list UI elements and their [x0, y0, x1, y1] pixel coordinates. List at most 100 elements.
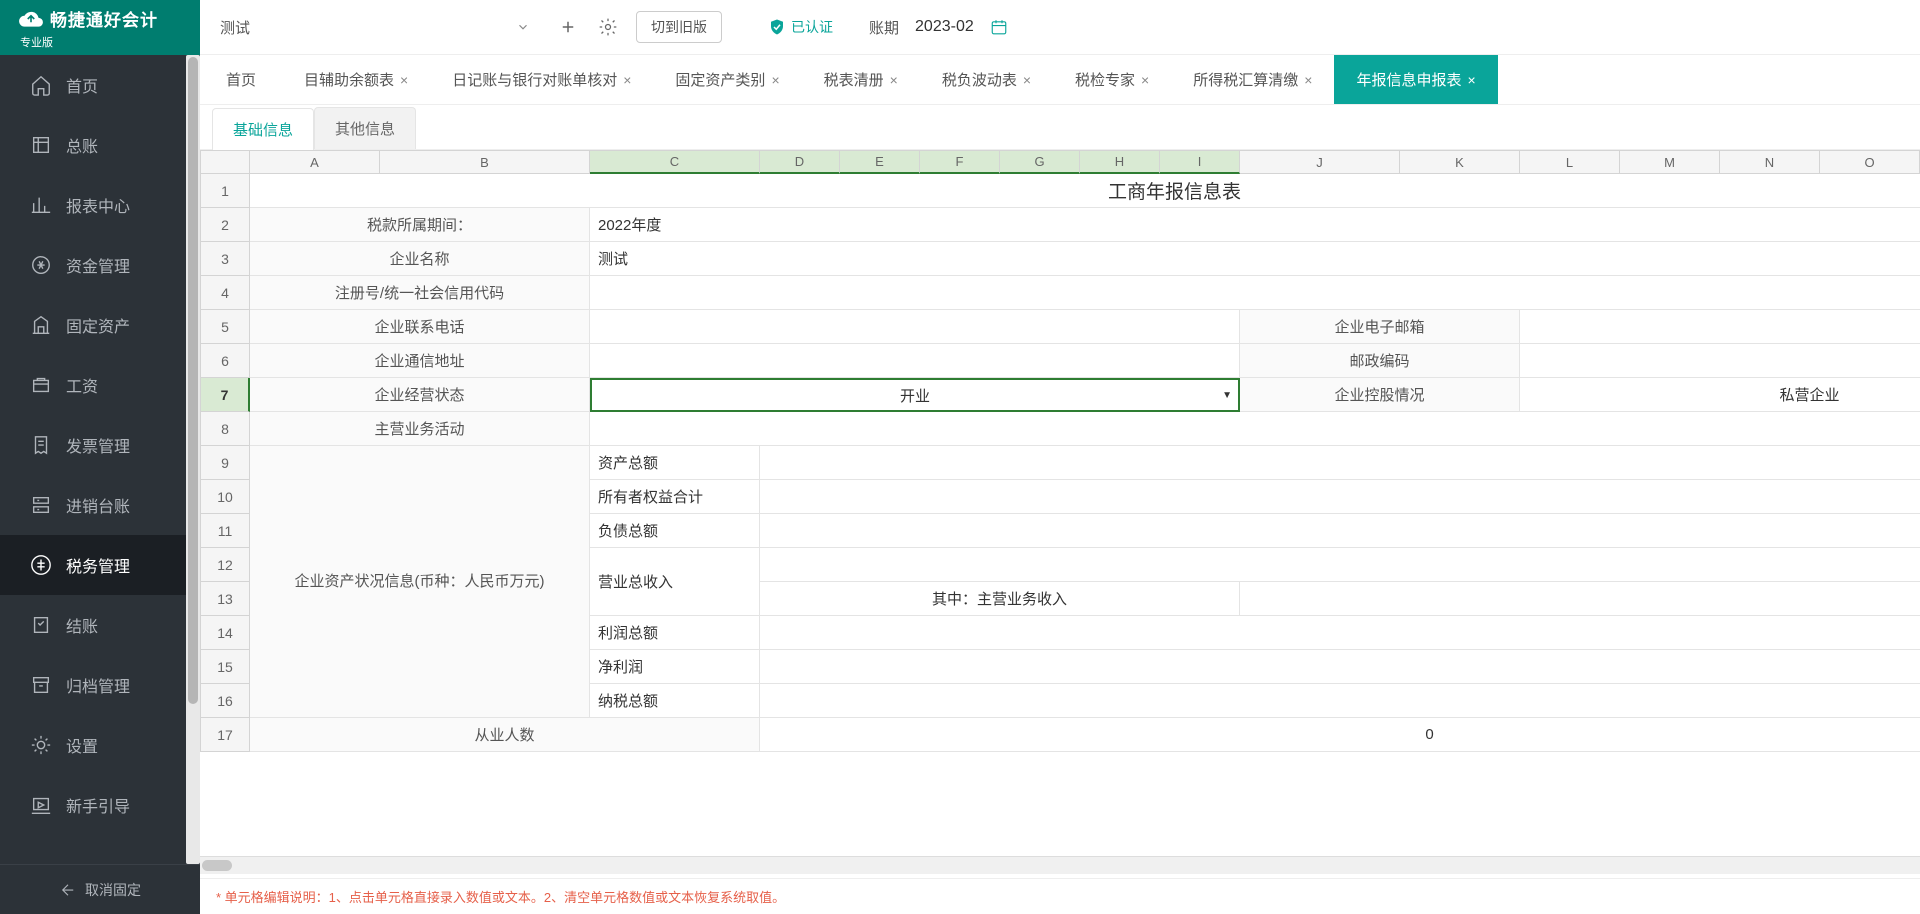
row-header[interactable]: 13 — [200, 582, 250, 616]
col-header[interactable]: J — [1240, 150, 1400, 174]
tab-home[interactable]: 首页 — [200, 55, 282, 104]
tab-close-icon[interactable]: × — [1467, 72, 1475, 88]
row-header[interactable]: 11 — [200, 514, 250, 548]
cell[interactable] — [760, 684, 1920, 718]
cell[interactable] — [760, 650, 1920, 684]
cell[interactable] — [590, 412, 1920, 446]
sidebar-item-ledger[interactable]: 总账 — [0, 115, 200, 175]
cell[interactable]: 税款所属期间： — [250, 208, 590, 242]
settings-button[interactable] — [596, 15, 620, 39]
col-header[interactable]: N — [1720, 150, 1820, 174]
period-value[interactable]: 2023-02 — [915, 18, 974, 36]
cell[interactable]: 从业人数 — [250, 718, 760, 752]
col-header[interactable]: A — [250, 150, 380, 174]
row-header[interactable]: 7 — [200, 378, 250, 412]
sidebar-item-inout[interactable]: 进销台账 — [0, 475, 200, 535]
cell[interactable]: 净利润 — [590, 650, 760, 684]
cell[interactable]: 营业总收入 — [590, 548, 760, 616]
row-header[interactable]: 2 — [200, 208, 250, 242]
col-header[interactable]: C — [590, 150, 760, 174]
cell[interactable]: 负债总额 — [590, 514, 760, 548]
sidebar-item-archive[interactable]: 归档管理 — [0, 655, 200, 715]
cell[interactable]: 企业经营状态 — [250, 378, 590, 412]
tab-close-icon[interactable]: × — [1304, 72, 1312, 88]
cell[interactable]: 邮政编码 — [1240, 344, 1520, 378]
tab-close-icon[interactable]: × — [623, 72, 631, 88]
add-button[interactable] — [556, 15, 580, 39]
col-header[interactable]: F — [920, 150, 1000, 174]
cell[interactable] — [1240, 582, 1920, 616]
tab-close-icon[interactable]: × — [890, 72, 898, 88]
cell[interactable]: 主营业务活动 — [250, 412, 590, 446]
row-header[interactable]: 1 — [200, 174, 250, 208]
sidebar-item-tax[interactable]: 税务管理 — [0, 535, 200, 595]
tab-item[interactable]: 所得税汇算清缴× — [1171, 55, 1334, 104]
subtab-item[interactable]: 其他信息 — [314, 107, 416, 149]
cell[interactable]: 利润总额 — [590, 616, 760, 650]
row-header[interactable]: 6 — [200, 344, 250, 378]
cell[interactable] — [760, 446, 1920, 480]
col-header[interactable]: M — [1620, 150, 1720, 174]
sidebar-item-home[interactable]: 首页 — [0, 55, 200, 115]
row-header[interactable]: 3 — [200, 242, 250, 276]
sidebar-item-close[interactable]: 结账 — [0, 595, 200, 655]
cell[interactable] — [760, 548, 1920, 582]
sidebar-item-invoice[interactable]: 发票管理 — [0, 415, 200, 475]
cell[interactable] — [590, 276, 1920, 310]
col-header[interactable]: I — [1160, 150, 1240, 174]
sidebar-item-money[interactable]: 资金管理 — [0, 235, 200, 295]
cell[interactable] — [1520, 310, 1920, 344]
cell[interactable]: 企业控股情况 — [1240, 378, 1520, 412]
tab-item[interactable]: 税负波动表× — [920, 55, 1053, 104]
tab-close-icon[interactable]: × — [1141, 72, 1149, 88]
row-header[interactable]: 4 — [200, 276, 250, 310]
col-header[interactable]: G — [1000, 150, 1080, 174]
unpin-button[interactable]: 取消固定 — [0, 864, 200, 914]
merged-asset-label[interactable]: 企业资产状况信息(币种：人民币万元) — [250, 446, 590, 718]
sheet-corner[interactable] — [200, 150, 250, 174]
calendar-icon[interactable] — [990, 18, 1008, 36]
col-header[interactable]: L — [1520, 150, 1620, 174]
tab-item[interactable]: 固定资产类别× — [653, 55, 801, 104]
col-header[interactable]: H — [1080, 150, 1160, 174]
sidebar-item-guide[interactable]: 新手引导 — [0, 775, 200, 835]
cell[interactable]: 企业名称 — [250, 242, 590, 276]
sidebar-item-salary[interactable]: 工资 — [0, 355, 200, 415]
cell[interactable] — [590, 344, 1240, 378]
sheet-hscrollbar[interactable] — [200, 856, 1920, 874]
tab-item[interactable]: 目辅助余额表× — [282, 55, 430, 104]
cell[interactable] — [760, 616, 1920, 650]
sidebar-scrollbar[interactable] — [186, 55, 200, 864]
tab-item[interactable]: 年报信息申报表× — [1334, 55, 1497, 104]
col-header[interactable]: E — [840, 150, 920, 174]
cell[interactable]: 企业通信地址 — [250, 344, 590, 378]
spreadsheet[interactable]: ABCDEFGHIJKLMNOPQ1工商年报信息表2税款所属期间：2022年度3… — [200, 150, 1920, 856]
cell[interactable]: 纳税总额 — [590, 684, 760, 718]
subtab-item[interactable]: 基础信息 — [212, 108, 314, 150]
col-header[interactable]: K — [1400, 150, 1520, 174]
row-header[interactable]: 14 — [200, 616, 250, 650]
tab-item[interactable]: 日记账与银行对账单核对× — [430, 55, 653, 104]
cell[interactable] — [1520, 344, 1920, 378]
sidebar-item-asset[interactable]: 固定资产 — [0, 295, 200, 355]
cell[interactable] — [760, 480, 1920, 514]
tab-close-icon[interactable]: × — [1023, 72, 1031, 88]
row-header[interactable]: 9 — [200, 446, 250, 480]
tab-close-icon[interactable]: × — [400, 72, 408, 88]
cell[interactable]: 2022年度 — [590, 208, 1920, 242]
cell[interactable]: 0 — [760, 718, 1920, 752]
tab-item[interactable]: 税表清册× — [802, 55, 920, 104]
row-header[interactable]: 17 — [200, 718, 250, 752]
cell[interactable]: 所有者权益合计 — [590, 480, 760, 514]
cell[interactable] — [590, 310, 1240, 344]
cell[interactable]: 注册号/统一社会信用代码 — [250, 276, 590, 310]
tab-close-icon[interactable]: × — [771, 72, 779, 88]
row-header[interactable]: 10 — [200, 480, 250, 514]
sidebar-item-gear[interactable]: 设置 — [0, 715, 200, 775]
col-header[interactable]: B — [380, 150, 590, 174]
row-header[interactable]: 16 — [200, 684, 250, 718]
cell[interactable]: 企业联系电话 — [250, 310, 590, 344]
cell[interactable]: 测试 — [590, 242, 1920, 276]
row-header[interactable]: 8 — [200, 412, 250, 446]
cell[interactable]: 其中：主营业务收入 — [760, 582, 1240, 616]
